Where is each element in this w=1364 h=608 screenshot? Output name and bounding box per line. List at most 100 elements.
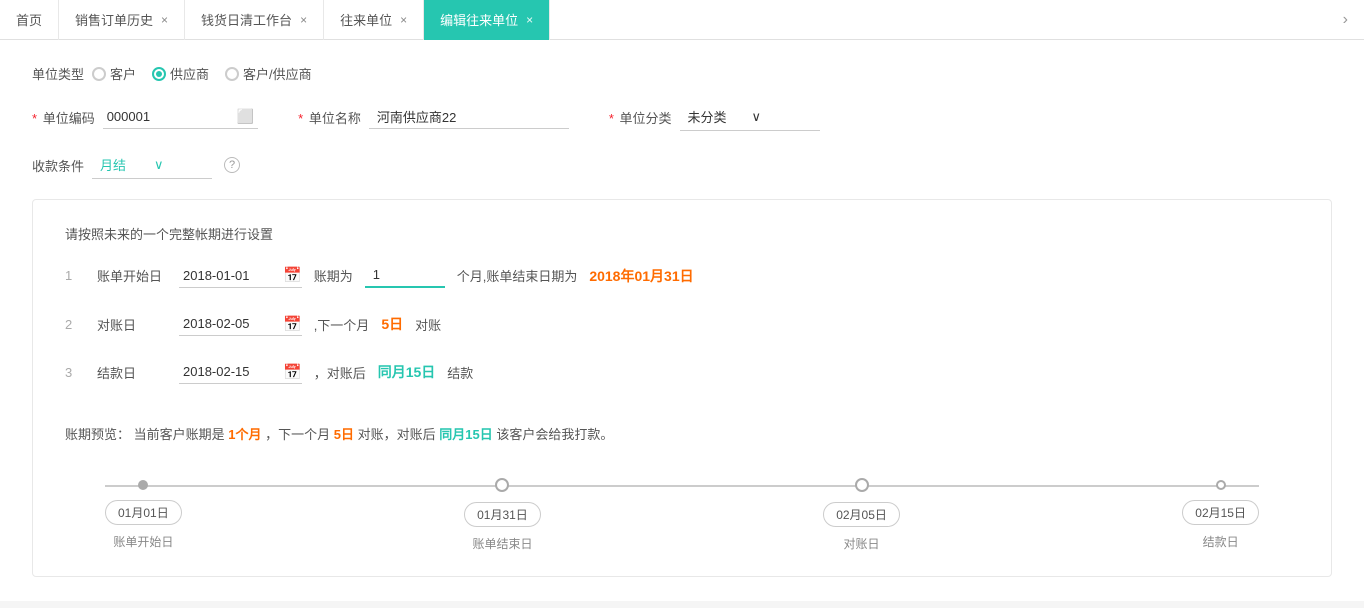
period-value-input[interactable] [365,263,445,288]
payment-terms-select[interactable]: 月结 ∨ [92,151,212,179]
timeline-node-2: 02月05日 对账日 [823,471,900,552]
close-sales-history[interactable]: × [161,13,168,27]
timeline-label-0: 账单开始日 [113,533,173,550]
preview-text3: 对账，对账后 [358,427,436,442]
reconcile-end: 对账 [415,315,441,334]
tab-bar: 首页 销售订单历史 × 钱货日清工作台 × 往来单位 × 编辑往来单位 × › [0,0,1364,40]
reconcile-prefix: ,下一个月 [314,315,370,334]
close-partner-units[interactable]: × [400,13,407,27]
timeline-badge-2: 02月05日 [823,502,900,527]
radio-customer-supplier-label: 客户/供应商 [243,64,312,83]
unit-class-select[interactable]: 未分类 ∨ [680,103,820,131]
timeline-badge-3: 02月15日 [1182,500,1259,525]
payment-highlight: 同月15日 [378,362,436,382]
unit-type-radios: 客户 供应商 客户/供应商 [92,64,312,83]
settings-title: 请按照未来的一个完整帐期进行设置 [65,224,1299,243]
preview-text-prefix: 当前客户账期是 [134,427,225,442]
tab-edit-partner[interactable]: 编辑往来单位 × [424,0,550,40]
preview-highlight2: 5日 [334,427,354,442]
payment-end: 结款 [447,363,473,382]
unit-code-group: * 单位编码 ⬜ [32,105,258,129]
unit-class-group: * 单位分类 未分类 ∨ [609,103,820,131]
preview-text4: 该客户会给我打款。 [496,427,613,442]
timeline-dot-2 [855,478,869,492]
unit-name-input[interactable] [369,105,569,129]
unit-name-group: * 单位名称 [298,105,569,129]
radio-customer-circle [92,67,106,81]
settings-row-2: 2 对账日 📅 ,下一个月 5日 对账 [65,312,1299,336]
tab-partner-units[interactable]: 往来单位 × [324,0,424,40]
preview-highlight1: 1个月 [228,427,261,442]
timeline-dot-3 [1216,480,1226,490]
payment-terms-help-icon[interactable]: ? [224,157,240,173]
tab-home[interactable]: 首页 [8,0,59,40]
tab-sales-history[interactable]: 销售订单历史 × [59,0,185,40]
payment-date-calendar-icon[interactable]: 📅 [283,363,302,381]
start-date-input[interactable] [179,264,279,287]
tab-more-button[interactable]: › [1335,11,1356,29]
close-edit-partner[interactable]: × [526,13,533,27]
timeline-label-1: 账单结束日 [472,535,532,552]
reconcile-date-input-group: 📅 [179,312,302,336]
unit-type-row: 单位类型 客户 供应商 客户/供应商 [32,64,1332,83]
copy-icon[interactable]: ⬜ [233,108,258,125]
unit-code-label: * 单位编码 [32,108,95,127]
close-cash-ledger[interactable]: × [300,13,307,27]
unit-name-label: * 单位名称 [298,108,361,127]
timeline-node-0: 01月01日 账单开始日 [105,471,182,550]
payment-terms-label: 收款条件 [32,156,84,175]
start-date-calendar-icon[interactable]: 📅 [283,266,302,284]
radio-supplier-circle [152,67,166,81]
unit-class-arrow-icon: ∨ [752,109,812,125]
radio-customer-label: 客户 [110,64,136,83]
row-num-3: 3 [65,365,85,380]
preview-section: 账期预览： 当前客户账期是 1个月 ，下一个月 5日 对账，对账后 同月15日 … [65,408,1299,451]
reconcile-highlight: 5日 [381,314,403,334]
preview-highlight3: 同月15日 [439,427,492,442]
timeline: 01月01日 账单开始日 01月31日 账单结束日 02月05日 对账日 02月… [65,471,1299,552]
unit-class-label: * 单位分类 [609,108,672,127]
unit-details-row: * 单位编码 ⬜ * 单位名称 * 单位分类 未分类 ∨ [32,103,1332,131]
unit-class-value: 未分类 [688,107,748,126]
timeline-badge-1: 01月31日 [464,502,541,527]
start-date-input-group: 📅 [179,264,302,288]
payment-date-input-group: 📅 [179,360,302,384]
row-num-1: 1 [65,268,85,283]
row-label-3: 结款日 [97,363,167,382]
payment-terms-value: 月结 [100,155,150,174]
row-label-1: 账单开始日 [97,266,167,285]
tab-cash-ledger[interactable]: 钱货日清工作台 × [185,0,324,40]
reconcile-date-calendar-icon[interactable]: 📅 [283,315,302,333]
preview-label: 账期预览： [65,427,130,442]
timeline-label-2: 对账日 [844,535,880,552]
timeline-nodes: 01月01日 账单开始日 01月31日 账单结束日 02月05日 对账日 02月… [105,471,1259,552]
main-content: 单位类型 客户 供应商 客户/供应商 * 单位编码 [0,40,1364,601]
timeline-node-1: 01月31日 账单结束日 [464,471,541,552]
settings-row-1: 1 账单开始日 📅 账期为 个月,账单结束日期为 2018年01月31日 [65,263,1299,288]
payment-date-input[interactable] [179,360,279,383]
payment-prefix: ，对账后 [314,363,366,382]
period-suffix: 个月,账单结束日期为 [457,266,578,285]
row-num-2: 2 [65,317,85,332]
timeline-dot-1 [495,478,509,492]
radio-customer-supplier[interactable]: 客户/供应商 [225,64,312,83]
timeline-badge-0: 01月01日 [105,500,182,525]
unit-type-group: 单位类型 客户 供应商 客户/供应商 [32,64,312,83]
settings-box: 请按照未来的一个完整帐期进行设置 1 账单开始日 📅 账期为 个月,账单结束日期… [32,199,1332,577]
timeline-label-3: 结款日 [1203,533,1239,550]
payment-terms-row: 收款条件 月结 ∨ ? [32,151,1332,179]
radio-supplier-label: 供应商 [170,64,209,83]
radio-supplier[interactable]: 供应商 [152,64,209,83]
unit-code-input[interactable] [103,105,233,128]
payment-terms-group: 收款条件 月结 ∨ ? [32,151,240,179]
radio-customer[interactable]: 客户 [92,64,136,83]
settings-row-3: 3 结款日 📅 ，对账后 同月15日 结款 [65,360,1299,384]
period-prefix: 账期为 [314,266,353,285]
radio-customer-supplier-circle [225,67,239,81]
payment-terms-arrow-icon: ∨ [154,157,204,173]
reconcile-date-input[interactable] [179,312,279,335]
timeline-dot-0 [138,480,148,490]
timeline-node-3: 02月15日 结款日 [1182,471,1259,550]
unit-code-input-wrapper: ⬜ [103,105,258,129]
unit-type-label: 单位类型 [32,64,84,83]
